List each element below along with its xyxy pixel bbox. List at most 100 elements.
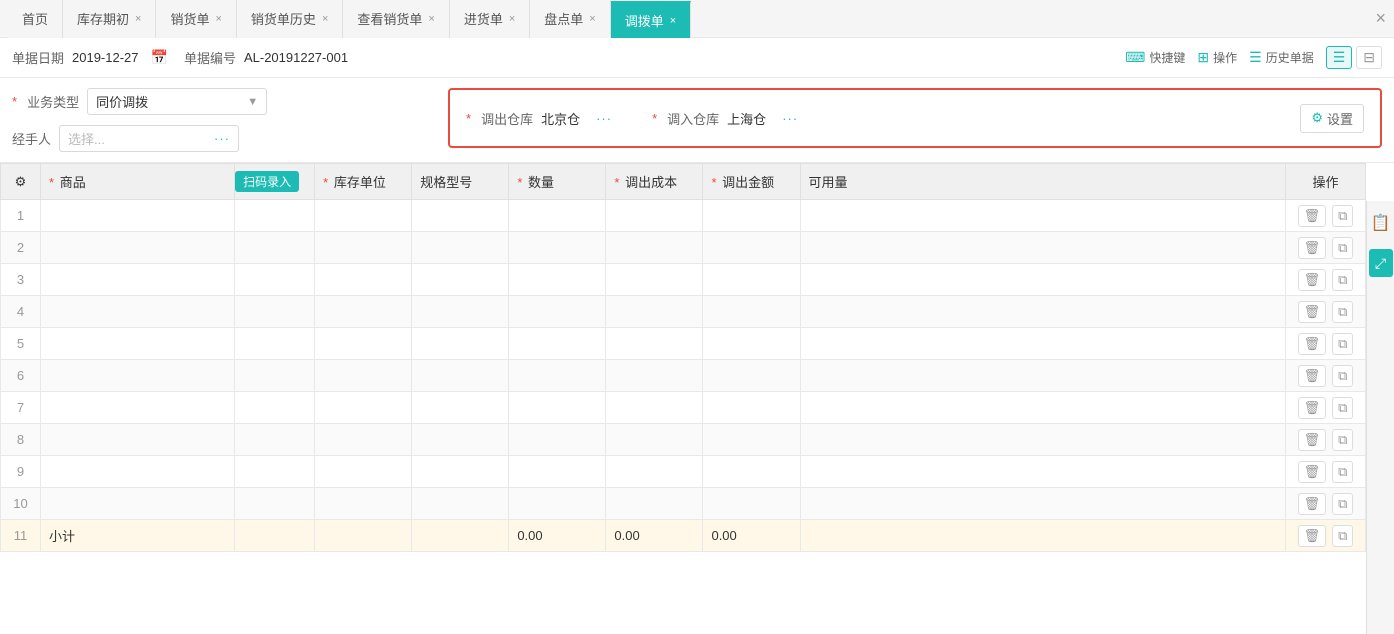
row-qty-8[interactable] [509,424,606,456]
row-unit-11[interactable] [315,520,412,552]
row-unit-4[interactable] [315,296,412,328]
row-cost-10[interactable] [606,488,703,520]
row-qty-5[interactable] [509,328,606,360]
row-cost-9[interactable] [606,456,703,488]
row-amount-6[interactable] [703,360,800,392]
row-cost-1[interactable] [606,200,703,232]
row-amount-8[interactable] [703,424,800,456]
row-qty-11[interactable]: 0.00 [509,520,606,552]
row-product-3[interactable] [41,264,235,296]
row-product-2[interactable] [41,232,235,264]
tab-sales-order-close[interactable]: × [215,13,221,25]
row-spec-6[interactable] [412,360,509,392]
row-product-1[interactable] [41,200,235,232]
row-spec-11[interactable] [412,520,509,552]
row-unit-7[interactable] [315,392,412,424]
tab-sales-history-close[interactable]: × [322,13,328,25]
row-spec-1[interactable] [412,200,509,232]
tab-inventory-init-close[interactable]: × [135,13,141,25]
row-amount-4[interactable] [703,296,800,328]
sidebar-doc-btn[interactable]: 📋 [1369,209,1393,237]
gear-header-icon[interactable]: ⚙ [15,174,27,189]
row-delete-btn-3[interactable]: 🗑 [1298,269,1327,291]
row-product-10[interactable] [41,488,235,520]
row-copy-btn-2[interactable]: ⧉ [1332,237,1353,259]
row-copy-btn-5[interactable]: ⧉ [1332,333,1353,355]
row-qty-1[interactable] [509,200,606,232]
row-amount-2[interactable] [703,232,800,264]
row-delete-btn-7[interactable]: 🗑 [1298,397,1327,419]
row-copy-btn-7[interactable]: ⧉ [1332,397,1353,419]
row-copy-btn-1[interactable]: ⧉ [1332,205,1353,227]
row-spec-7[interactable] [412,392,509,424]
row-delete-btn-1[interactable]: 🗑 [1298,205,1327,227]
row-spec-8[interactable] [412,424,509,456]
row-product-5[interactable] [41,328,235,360]
layout-list-btn[interactable]: ☰ [1326,46,1353,69]
layout-grid-btn[interactable]: ⊟ [1356,46,1382,69]
row-amount-3[interactable] [703,264,800,296]
row-qty-9[interactable] [509,456,606,488]
shortcut-btn[interactable]: ⌨ 快捷键 [1125,49,1185,66]
row-amount-1[interactable] [703,200,800,232]
row-spec-9[interactable] [412,456,509,488]
row-spec-2[interactable] [412,232,509,264]
row-cost-5[interactable] [606,328,703,360]
row-unit-1[interactable] [315,200,412,232]
row-unit-5[interactable] [315,328,412,360]
row-unit-9[interactable] [315,456,412,488]
row-copy-btn-8[interactable]: ⧉ [1332,429,1353,451]
sidebar-expand-btn[interactable]: ⤢ [1369,249,1393,277]
row-product-6[interactable] [41,360,235,392]
row-unit-8[interactable] [315,424,412,456]
row-unit-2[interactable] [315,232,412,264]
row-copy-btn-6[interactable]: ⧉ [1332,365,1353,387]
row-amount-10[interactable] [703,488,800,520]
tab-inventory-check[interactable]: 盘点单 × [530,0,610,38]
row-qty-6[interactable] [509,360,606,392]
tab-view-sales[interactable]: 查看销货单 × [343,0,449,38]
window-close-btn[interactable]: × [1375,8,1386,29]
row-unit-6[interactable] [315,360,412,392]
tab-transfer-order-close[interactable]: × [670,15,676,27]
row-cost-8[interactable] [606,424,703,456]
row-spec-3[interactable] [412,264,509,296]
row-copy-btn-9[interactable]: ⧉ [1332,461,1353,483]
row-product-9[interactable] [41,456,235,488]
row-cost-4[interactable] [606,296,703,328]
row-cost-7[interactable] [606,392,703,424]
row-product-7[interactable] [41,392,235,424]
row-spec-5[interactable] [412,328,509,360]
row-product-8[interactable] [41,424,235,456]
row-copy-btn-3[interactable]: ⧉ [1332,269,1353,291]
row-delete-btn-2[interactable]: 🗑 [1298,237,1327,259]
row-cost-6[interactable] [606,360,703,392]
history-btn[interactable]: ☰ 历史单据 [1249,49,1314,66]
row-qty-10[interactable] [509,488,606,520]
operation-btn[interactable]: ⊞ 操作 [1197,49,1237,66]
settings-button[interactable]: ⚙ 设置 [1300,104,1364,133]
row-qty-7[interactable] [509,392,606,424]
row-delete-btn-4[interactable]: 🗑 [1298,301,1327,323]
tab-inventory-init[interactable]: 库存期初 × [63,0,156,38]
row-delete-btn-6[interactable]: 🗑 [1298,365,1327,387]
row-amount-7[interactable] [703,392,800,424]
row-amount-9[interactable] [703,456,800,488]
tab-purchase-order[interactable]: 进货单 × [450,0,530,38]
tab-home[interactable]: 首页 [8,0,63,38]
tab-purchase-order-close[interactable]: × [509,13,515,25]
warehouse-out-more-btn[interactable]: ··· [596,111,612,126]
row-delete-btn-10[interactable]: 🗑 [1298,493,1327,515]
row-copy-btn-11[interactable]: ⧉ [1332,525,1353,547]
tab-transfer-order[interactable]: 调拨单 × [611,1,691,39]
row-delete-btn-11[interactable]: 🗑 [1298,525,1327,547]
row-delete-btn-8[interactable]: 🗑 [1298,429,1327,451]
handler-select[interactable]: 选择... ··· [59,125,239,152]
row-qty-4[interactable] [509,296,606,328]
row-spec-10[interactable] [412,488,509,520]
row-unit-3[interactable] [315,264,412,296]
scan-barcode-btn[interactable]: 扫码录入 [235,171,299,192]
row-copy-btn-4[interactable]: ⧉ [1332,301,1353,323]
warehouse-in-more-btn[interactable]: ··· [782,111,798,126]
row-unit-10[interactable] [315,488,412,520]
